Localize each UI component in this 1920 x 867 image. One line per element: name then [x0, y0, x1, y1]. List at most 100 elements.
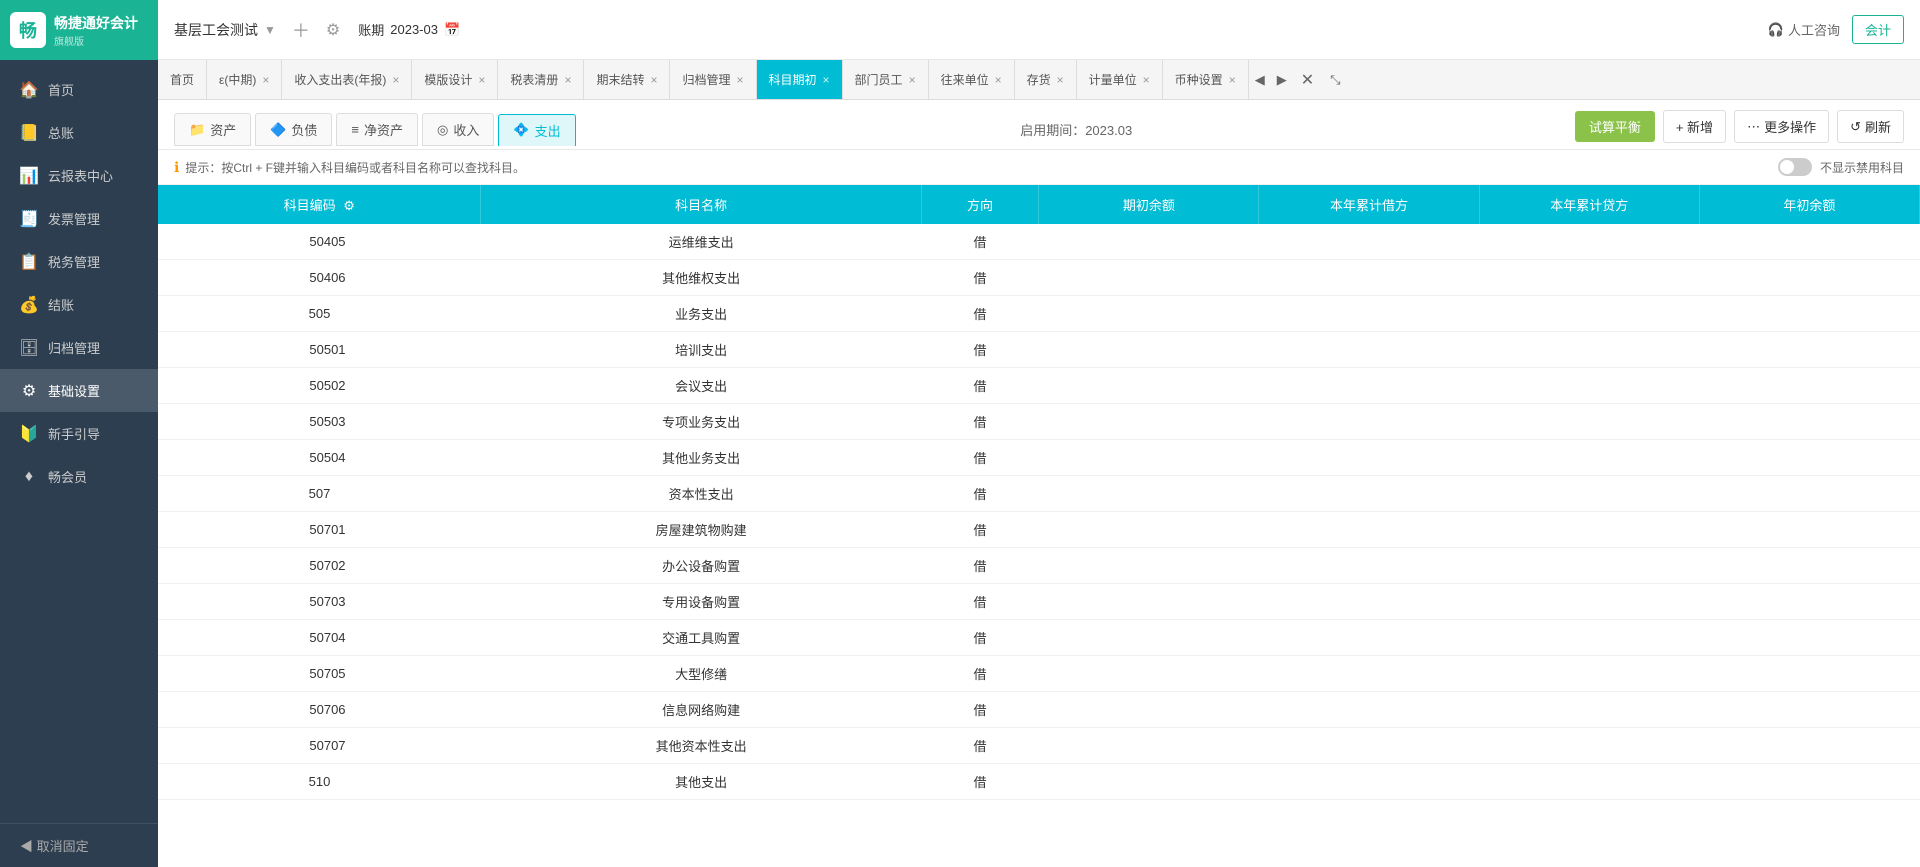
cell-name-5: 专项业务支出	[481, 404, 921, 440]
cell-direction-5: 借	[921, 404, 1038, 440]
tab-close-inventory[interactable]: ×	[1057, 73, 1064, 87]
closing-icon: 💰	[20, 296, 38, 314]
subtab-liability[interactable]: 🔷 负债	[255, 113, 332, 146]
refresh-button[interactable]: ↺ 刷新	[1837, 110, 1904, 143]
settings-icon: ⚙	[20, 382, 38, 400]
cell-ytd-credit-1	[1479, 260, 1699, 296]
topbar-right: 🎧 人工咨询 会计	[1768, 15, 1904, 44]
balance-button[interactable]: 试算平衡	[1575, 111, 1655, 142]
cell-direction-13: 借	[921, 692, 1038, 728]
tab-label-partner: 往来单位	[941, 71, 989, 88]
tab-close-archive_mgmt[interactable]: ×	[737, 73, 744, 87]
subtab-asset[interactable]: 📁 资产	[174, 113, 251, 146]
sidebar-item-ledger[interactable]: 📒 总账	[0, 111, 158, 154]
table-row: 50406 其他维权支出 借	[158, 260, 1920, 296]
tab-closing[interactable]: 期末结转×	[584, 60, 670, 100]
sidebar-item-closing[interactable]: 💰 结账	[0, 283, 158, 326]
calendar-icon[interactable]: 📅	[444, 22, 460, 38]
tab-nav-left[interactable]: ◀	[1249, 60, 1271, 100]
subtab-label-expense: 支出	[535, 121, 561, 140]
cell-ytd-credit-4	[1479, 368, 1699, 404]
sidebar-item-settings[interactable]: ⚙ 基础设置	[0, 369, 158, 412]
tab-close-template[interactable]: ×	[478, 73, 485, 87]
tab-unit[interactable]: 计量单位×	[1077, 60, 1163, 100]
sidebar-item-tax[interactable]: 📋 税务管理	[0, 240, 158, 283]
cell-opening-11	[1039, 620, 1259, 656]
tab-mid[interactable]: ε(中期)×	[207, 60, 282, 100]
subtab-expense[interactable]: 💠 支出	[498, 114, 575, 146]
tab-bar: 首页ε(中期)×收入支出表(年报)×模版设计×税表清册×期末结转×归档管理×科目…	[158, 60, 1920, 100]
tab-template[interactable]: 模版设计×	[412, 60, 498, 100]
user-role-button[interactable]: 会计	[1852, 15, 1904, 44]
tab-home[interactable]: 首页	[158, 60, 207, 100]
sidebar-label-ledger: 总账	[48, 123, 74, 142]
tab-tax[interactable]: 税表清册×	[498, 60, 584, 100]
sidebar-item-invoice[interactable]: 🧾 发票管理	[0, 197, 158, 240]
cell-code-8: 50701	[158, 512, 481, 548]
table-row: 50501 培训支出 借	[158, 332, 1920, 368]
tab-close-all[interactable]: ✕	[1293, 60, 1322, 100]
settings-icon[interactable]: ⚙	[326, 20, 340, 40]
sidebar-item-archive[interactable]: 🗄 归档管理	[0, 326, 158, 369]
tab-close-unit[interactable]: ×	[1143, 73, 1150, 87]
cell-opening-0	[1039, 224, 1259, 260]
tab-subject_init[interactable]: 科目期初 ×	[757, 60, 843, 100]
tab-partner[interactable]: 往来单位 ×	[929, 60, 1015, 100]
subtab-income[interactable]: ◎ 收入	[422, 113, 494, 146]
company-selector[interactable]: 基层工会测试 ▼	[174, 20, 276, 40]
more-button[interactable]: ⋯ 更多操作	[1734, 110, 1829, 143]
logo-text: 畅捷通好会计 旗舰版	[54, 13, 138, 48]
tab-nav-right[interactable]: ▶	[1271, 60, 1293, 100]
tab-expand[interactable]: ⤡	[1322, 60, 1348, 100]
tip-bar: ℹ 提示：按Ctrl + F键并输入科目编码或者科目名称可以查找科目。 不显示禁…	[158, 150, 1920, 185]
sidebar-item-guide[interactable]: 🔰 新手引导	[0, 412, 158, 455]
add-tab-button[interactable]: ＋	[286, 17, 316, 43]
toolbar-actions: 试算平衡 + 新增 ⋯ 更多操作 ↺ 刷新	[1575, 110, 1904, 149]
income-tab-icon: ◎	[437, 122, 448, 138]
tab-inventory[interactable]: 存货×	[1015, 60, 1077, 100]
tab-close-currency[interactable]: ×	[1229, 73, 1236, 87]
sidebar-item-reports[interactable]: 📊 云报表中心	[0, 154, 158, 197]
tab-archive_mgmt[interactable]: 归档管理×	[670, 60, 756, 100]
th-year-open: 年初余额	[1699, 185, 1919, 224]
sidebar-logo: 畅 畅捷通好会计 旗舰版	[0, 0, 158, 60]
tab-currency[interactable]: 币种设置×	[1163, 60, 1249, 100]
cell-direction-15: 借	[921, 764, 1038, 800]
cell-opening-5	[1039, 404, 1259, 440]
tab-dept[interactable]: 部门员工×	[843, 60, 929, 100]
tax-icon: 📋	[20, 253, 38, 271]
disable-toggle[interactable]	[1778, 158, 1812, 176]
tab-close-tax[interactable]: ×	[564, 73, 571, 87]
ledger-icon: 📒	[20, 124, 38, 142]
add-button[interactable]: + 新增	[1663, 110, 1726, 143]
cell-ytd-credit-3	[1479, 332, 1699, 368]
cell-ytd-credit-2	[1479, 296, 1699, 332]
sidebar-item-member[interactable]: ♦ 畅会员	[0, 455, 158, 498]
cell-code-6: 50504	[158, 440, 481, 476]
toggle-label: 不显示禁用科目	[1820, 159, 1904, 176]
cell-ytd-credit-13	[1479, 692, 1699, 728]
net_asset-tab-icon: ≡	[351, 122, 359, 137]
cell-year-open-8	[1699, 512, 1919, 548]
sidebar-label-archive: 归档管理	[48, 338, 100, 357]
tab-close-partner[interactable]: ×	[995, 73, 1002, 87]
cell-direction-9: 借	[921, 548, 1038, 584]
tab-close-subject_init[interactable]: ×	[823, 73, 830, 87]
support-button[interactable]: 🎧 人工咨询	[1768, 20, 1840, 39]
tab-close-dept[interactable]: ×	[909, 73, 916, 87]
cell-opening-4	[1039, 368, 1259, 404]
sidebar-item-home[interactable]: 🏠 首页	[0, 68, 158, 111]
tab-close-annual[interactable]: ×	[392, 73, 399, 87]
archive-icon: 🗄	[20, 339, 38, 357]
tab-close-closing[interactable]: ×	[650, 73, 657, 87]
subtab-net_asset[interactable]: ≡ 净资产	[336, 113, 418, 146]
tab-annual[interactable]: 收入支出表(年报)×	[282, 60, 412, 100]
cell-ytd-debit-7	[1259, 476, 1479, 512]
tipbar-right: 不显示禁用科目	[1778, 158, 1904, 176]
th-name: 科目名称	[481, 185, 921, 224]
subtab-label-income: 收入	[453, 120, 479, 139]
gear-icon[interactable]: ⚙	[343, 198, 355, 213]
tab-label-subject_init: 科目期初	[769, 71, 817, 88]
sidebar-footer[interactable]: ◀ 取消固定	[0, 823, 158, 867]
tab-close-mid[interactable]: ×	[262, 73, 269, 87]
